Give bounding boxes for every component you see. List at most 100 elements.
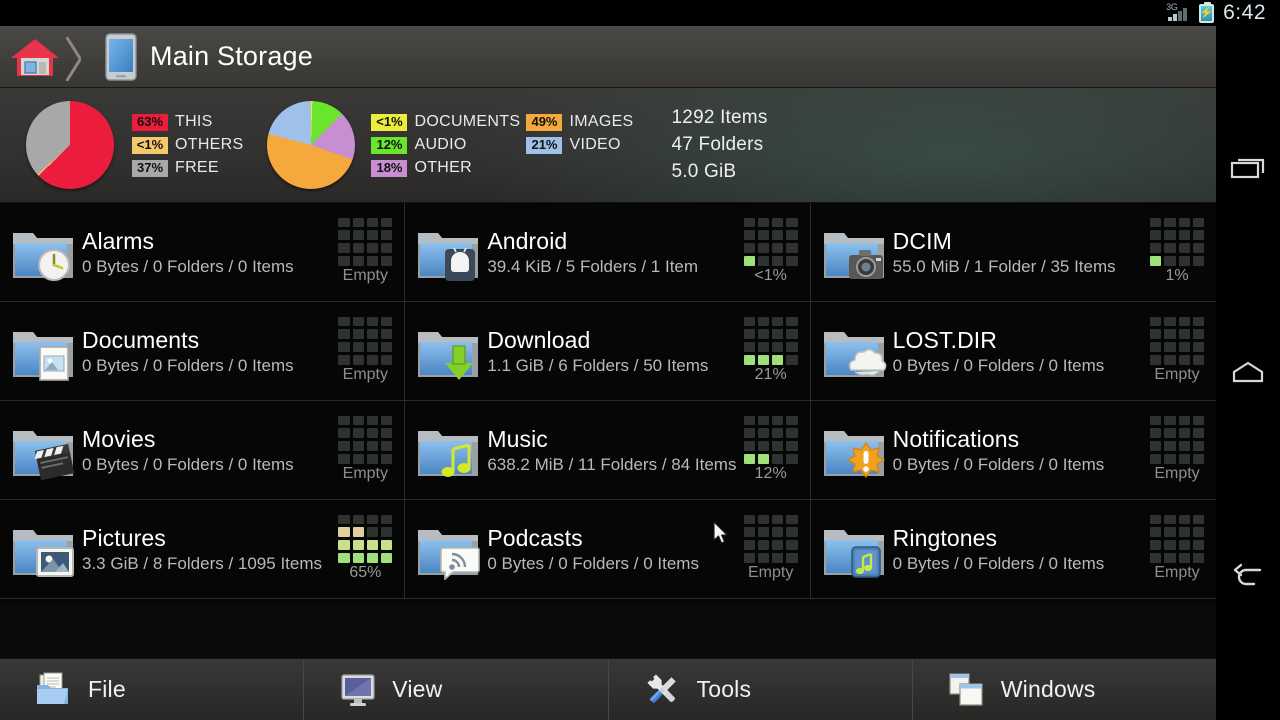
home-icon <box>8 34 62 80</box>
file-grid-item[interactable]: Documents 0 Bytes / 0 Folders / 0 Items Em… <box>0 302 406 401</box>
home-nav-icon[interactable] <box>1226 351 1270 395</box>
legend-item: 49% IMAGES <box>526 113 633 131</box>
usage-dot-matrix <box>338 415 393 464</box>
usage-dot-matrix <box>743 316 798 365</box>
folder-name: Ringtones <box>892 524 998 551</box>
file-grid-item[interactable]: DCIM 55.0 MiB / 1 Folder / 35 Items 1% <box>810 203 1216 302</box>
file-grid-item-text: Podcasts 0 Bytes / 0 Folders / 0 Items <box>483 525 737 574</box>
file-grid-item[interactable]: Alarms 0 Bytes / 0 Folders / 0 Items Empty <box>0 203 406 302</box>
legend-label: OTHER <box>414 159 472 176</box>
usage-dot-matrix <box>1150 514 1204 563</box>
toolbar-button-view[interactable]: View <box>304 659 609 720</box>
legend-chip: 21% <box>526 136 563 154</box>
legend-chip: 63% <box>132 113 168 131</box>
phone-storage-icon <box>104 32 138 81</box>
legend-label: IMAGES <box>569 113 634 130</box>
folder-details: 55.0 MiB / 1 Folder / 35 Items <box>892 256 1116 276</box>
file-grid-item[interactable]: Music 638.2 MiB / 11 Folders / 84 Items 12… <box>405 401 811 500</box>
usage-dot-matrix <box>743 217 798 266</box>
usage-label: Empty <box>1154 563 1200 581</box>
file-grid-item[interactable]: Download 1.1 GiB / 6 Folders / 50 Items 21… <box>405 302 811 401</box>
folder-details: 3.3 GiB / 8 Folders / 1095 Items <box>82 553 323 573</box>
recents-icon[interactable] <box>1226 146 1270 190</box>
file-grid-item[interactable]: Ringtones 0 Bytes / 0 Folders / 0 Items Em… <box>810 500 1216 599</box>
file-grid-item-text: Music 638.2 MiB / 11 Folders / 84 Items <box>483 426 737 475</box>
usage-label: <1% <box>754 266 787 284</box>
file-grid-item[interactable]: Podcasts 0 Bytes / 0 Folders / 0 Items Emp… <box>405 500 811 599</box>
status-bar: 3G ⚡ 6:42 <box>0 0 1280 26</box>
folder-pictures-icon <box>10 518 78 580</box>
folder-details: 0 Bytes / 0 Folders / 0 Items <box>892 454 1105 474</box>
legend-item: 37% FREE <box>132 159 243 177</box>
toolbar-label: View <box>392 676 443 702</box>
toolbar-label: File <box>88 676 126 702</box>
storage-stats-panel: 63% THIS <1% OTHERS 37% FREE <1% DOCUMEN… <box>0 88 1216 203</box>
folder-details: 638.2 MiB / 11 Folders / 84 Items <box>487 454 737 474</box>
total-folders: 47 Folders <box>671 134 764 155</box>
file-grid-item[interactable]: LOST.DIR 0 Bytes / 0 Folders / 0 Items Emp… <box>810 302 1216 401</box>
usage-indicator: Empty <box>738 514 804 584</box>
legend-item: 12% AUDIO <box>371 136 526 154</box>
usage-label: Empty <box>342 464 388 482</box>
folder-android-icon <box>415 221 483 283</box>
folder-name: Pictures <box>82 524 166 551</box>
file-grid[interactable]: Alarms 0 Bytes / 0 Folders / 0 Items Empty… <box>0 203 1216 603</box>
usage-label: Empty <box>1154 365 1200 383</box>
windows-stack-icon <box>947 672 987 708</box>
file-grid-item-text: Movies 0 Bytes / 0 Folders / 0 Items <box>78 426 332 475</box>
folder-name: Music <box>487 425 548 452</box>
usage-label: Empty <box>342 266 388 284</box>
usage-dot-matrix <box>338 514 393 563</box>
usage-dot-matrix <box>1150 316 1204 365</box>
usage-label: Empty <box>342 365 388 383</box>
folder-name: LOST.DIR <box>892 326 997 353</box>
usage-dot-matrix <box>338 316 393 365</box>
breadcrumb-bar: Main Storage <box>0 26 1216 88</box>
file-grid-item[interactable]: Notifications 0 Bytes / 0 Folders / 0 Ite… <box>810 401 1216 500</box>
file-folder-icon <box>34 672 74 708</box>
usage-indicator: Empty <box>1144 514 1210 584</box>
file-grid-item-text: Ringtones 0 Bytes / 0 Folders / 0 Items <box>889 525 1144 574</box>
file-grid-item[interactable]: Pictures 3.3 GiB / 8 Folders / 1095 Items… <box>0 500 406 599</box>
usage-dot-matrix <box>743 415 798 464</box>
storage-pie-legend: 63% THIS <1% OTHERS 37% FREE <box>132 113 243 177</box>
usage-indicator: Empty <box>332 316 398 386</box>
legend-label: DOCUMENTS <box>414 113 521 130</box>
folder-alarms-icon <box>10 221 78 283</box>
wrench-screwdriver-icon <box>643 672 683 708</box>
usage-indicator: 12% <box>738 415 804 485</box>
folder-details: 1.1 GiB / 6 Folders / 50 Items <box>487 355 709 375</box>
usage-indicator: <1% <box>738 217 804 287</box>
legend-label: AUDIO <box>414 136 467 153</box>
breadcrumb-home[interactable] <box>8 26 62 87</box>
legend-chip: <1% <box>132 136 168 154</box>
file-grid-item[interactable]: Android 39.4 KiB / 5 Folders / 1 Item <1% <box>405 203 811 302</box>
file-grid-item[interactable]: Movies 0 Bytes / 0 Folders / 0 Items Empty <box>0 401 406 500</box>
file-grid-item-text: Pictures 3.3 GiB / 8 Folders / 1095 Items <box>78 525 332 574</box>
file-grid-item-text: Alarms 0 Bytes / 0 Folders / 0 Items <box>78 228 332 277</box>
folder-name: DCIM <box>892 227 952 254</box>
usage-indicator: Empty <box>332 217 398 287</box>
monitor-icon <box>338 672 378 708</box>
folder-movies-icon <box>10 419 78 481</box>
back-arrow-icon[interactable] <box>1226 556 1270 600</box>
folder-documents-icon <box>10 320 78 382</box>
folder-details: 0 Bytes / 0 Folders / 0 Items <box>487 553 699 573</box>
toolbar-button-windows[interactable]: Windows <box>913 659 1216 720</box>
toolbar-button-tools[interactable]: Tools <box>609 659 913 720</box>
folder-music-icon <box>415 419 483 481</box>
folder-name: Notifications <box>892 425 1020 452</box>
folder-ringtones-icon <box>821 518 889 580</box>
legend-label: OTHERS <box>175 136 244 153</box>
folder-details: 0 Bytes / 0 Folders / 0 Items <box>82 355 294 375</box>
toolbar-button-file[interactable]: File <box>0 659 305 720</box>
usage-dot-matrix <box>743 514 798 563</box>
usage-indicator: Empty <box>1144 316 1210 386</box>
usage-indicator: Empty <box>332 415 398 485</box>
folder-details: 0 Bytes / 0 Folders / 0 Items <box>82 256 294 276</box>
usage-dot-matrix <box>338 217 393 266</box>
legend-label: VIDEO <box>569 136 621 153</box>
usage-dot-matrix <box>1150 415 1204 464</box>
file-grid-item-text: LOST.DIR 0 Bytes / 0 Folders / 0 Items <box>889 327 1144 376</box>
usage-indicator: 21% <box>738 316 804 386</box>
